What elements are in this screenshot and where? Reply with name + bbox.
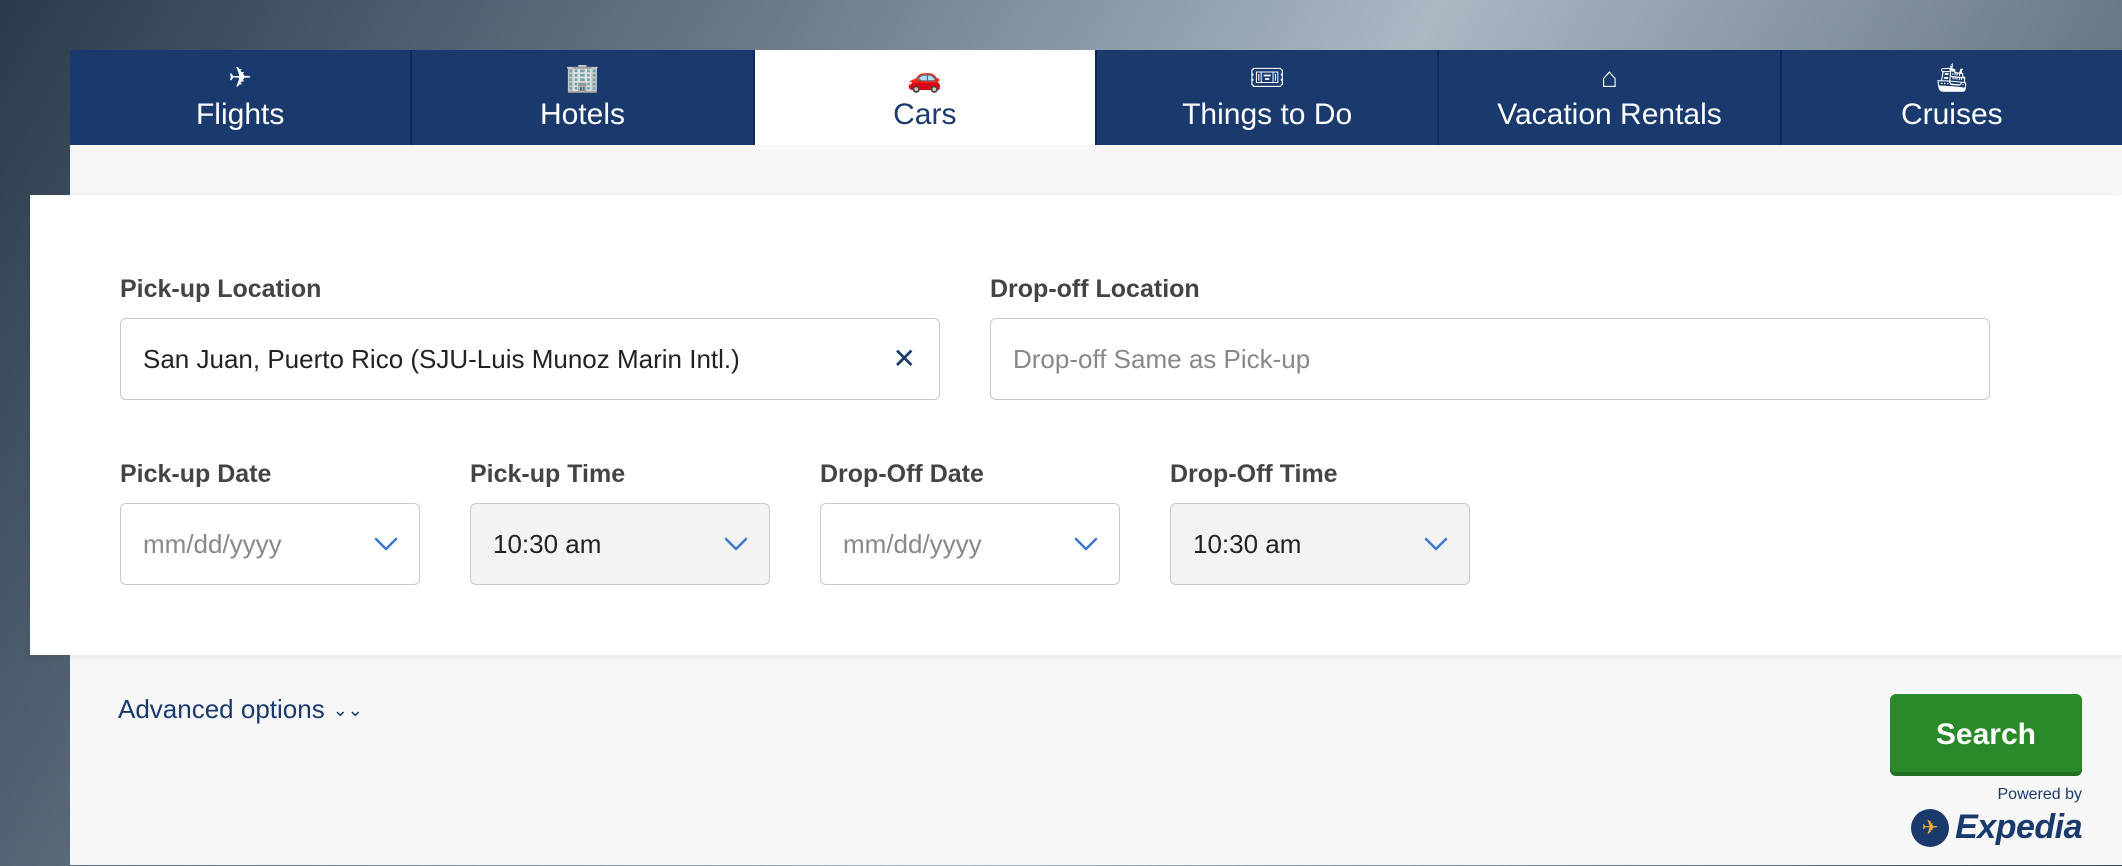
pickup-time-label: Pick-up Time <box>470 460 770 489</box>
dropoff-location-field: Drop-off Location <box>990 275 1990 400</box>
dropoff-date-field: Drop-Off Date mm/dd/yyyy <box>820 460 1120 585</box>
plane-icon: ✈ <box>228 64 251 92</box>
tab-label: Flights <box>196 98 284 132</box>
clear-icon[interactable]: ✕ <box>887 339 922 379</box>
advanced-options-link[interactable]: Advanced options ⌄⌄ <box>118 694 363 725</box>
expedia-brand: ✈ Expedia <box>1911 808 2082 847</box>
dropoff-time-select[interactable]: 10:30 am <box>1170 503 1470 585</box>
advanced-options-label: Advanced options <box>118 694 325 725</box>
search-area: Search Powered by ✈ Expedia <box>1890 694 2082 847</box>
tab-things-to-do[interactable]: 🎟 Things to Do <box>1097 50 1439 145</box>
category-tabs: ✈ Flights 🏢 Hotels 🚗 Cars 🎟 Things to Do… <box>70 50 2122 145</box>
dropoff-location-input[interactable] <box>990 318 1990 400</box>
pickup-date-value: mm/dd/yyyy <box>143 529 282 560</box>
car-icon: 🚗 <box>907 64 942 92</box>
dropoff-date-input[interactable]: mm/dd/yyyy <box>820 503 1120 585</box>
tab-vacation-rentals[interactable]: ⌂ Vacation Rentals <box>1439 50 1781 145</box>
house-icon: ⌂ <box>1601 64 1618 92</box>
tab-flights[interactable]: ✈ Flights <box>70 50 412 145</box>
pickup-date-input[interactable]: mm/dd/yyyy <box>120 503 420 585</box>
dropoff-time-label: Drop-Off Time <box>1170 460 1470 489</box>
tab-cars[interactable]: 🚗 Cars <box>755 50 1097 145</box>
pickup-time-select[interactable]: 10:30 am <box>470 503 770 585</box>
dropoff-time-value: 10:30 am <box>1193 529 1301 560</box>
pickup-time-field: Pick-up Time 10:30 am <box>470 460 770 585</box>
search-button-label: Search <box>1936 718 2036 751</box>
tab-label: Cars <box>893 98 956 132</box>
pickup-time-value: 10:30 am <box>493 529 601 560</box>
ship-icon: 🛳 <box>1934 64 1970 92</box>
tab-label: Things to Do <box>1182 98 1352 132</box>
building-icon: 🏢 <box>565 64 600 92</box>
double-chevron-down-icon: ⌄⌄ <box>333 701 363 719</box>
tab-cruises[interactable]: 🛳 Cruises <box>1782 50 2122 145</box>
search-button[interactable]: Search <box>1890 694 2082 776</box>
tab-hotels[interactable]: 🏢 Hotels <box>412 50 754 145</box>
expedia-brand-name: Expedia <box>1955 808 2082 847</box>
powered-by-label: Powered by <box>1998 786 2083 804</box>
expedia-logo-icon: ✈ <box>1911 809 1949 847</box>
pickup-location-input[interactable] <box>120 318 940 400</box>
dropoff-date-label: Drop-Off Date <box>820 460 1120 489</box>
pickup-date-label: Pick-up Date <box>120 460 420 489</box>
pickup-date-field: Pick-up Date mm/dd/yyyy <box>120 460 420 585</box>
tab-label: Vacation Rentals <box>1497 98 1722 132</box>
tab-label: Cruises <box>1901 98 2003 132</box>
ticket-icon: 🎟 <box>1249 64 1285 92</box>
dropoff-date-value: mm/dd/yyyy <box>843 529 982 560</box>
dropoff-location-label: Drop-off Location <box>990 275 1990 304</box>
car-search-form: Pick-up Location ✕ Drop-off Location Pic… <box>30 195 2122 655</box>
pickup-location-field: Pick-up Location ✕ <box>120 275 940 400</box>
pickup-location-label: Pick-up Location <box>120 275 940 304</box>
dropoff-time-field: Drop-Off Time 10:30 am <box>1170 460 1470 585</box>
tab-label: Hotels <box>540 98 625 132</box>
